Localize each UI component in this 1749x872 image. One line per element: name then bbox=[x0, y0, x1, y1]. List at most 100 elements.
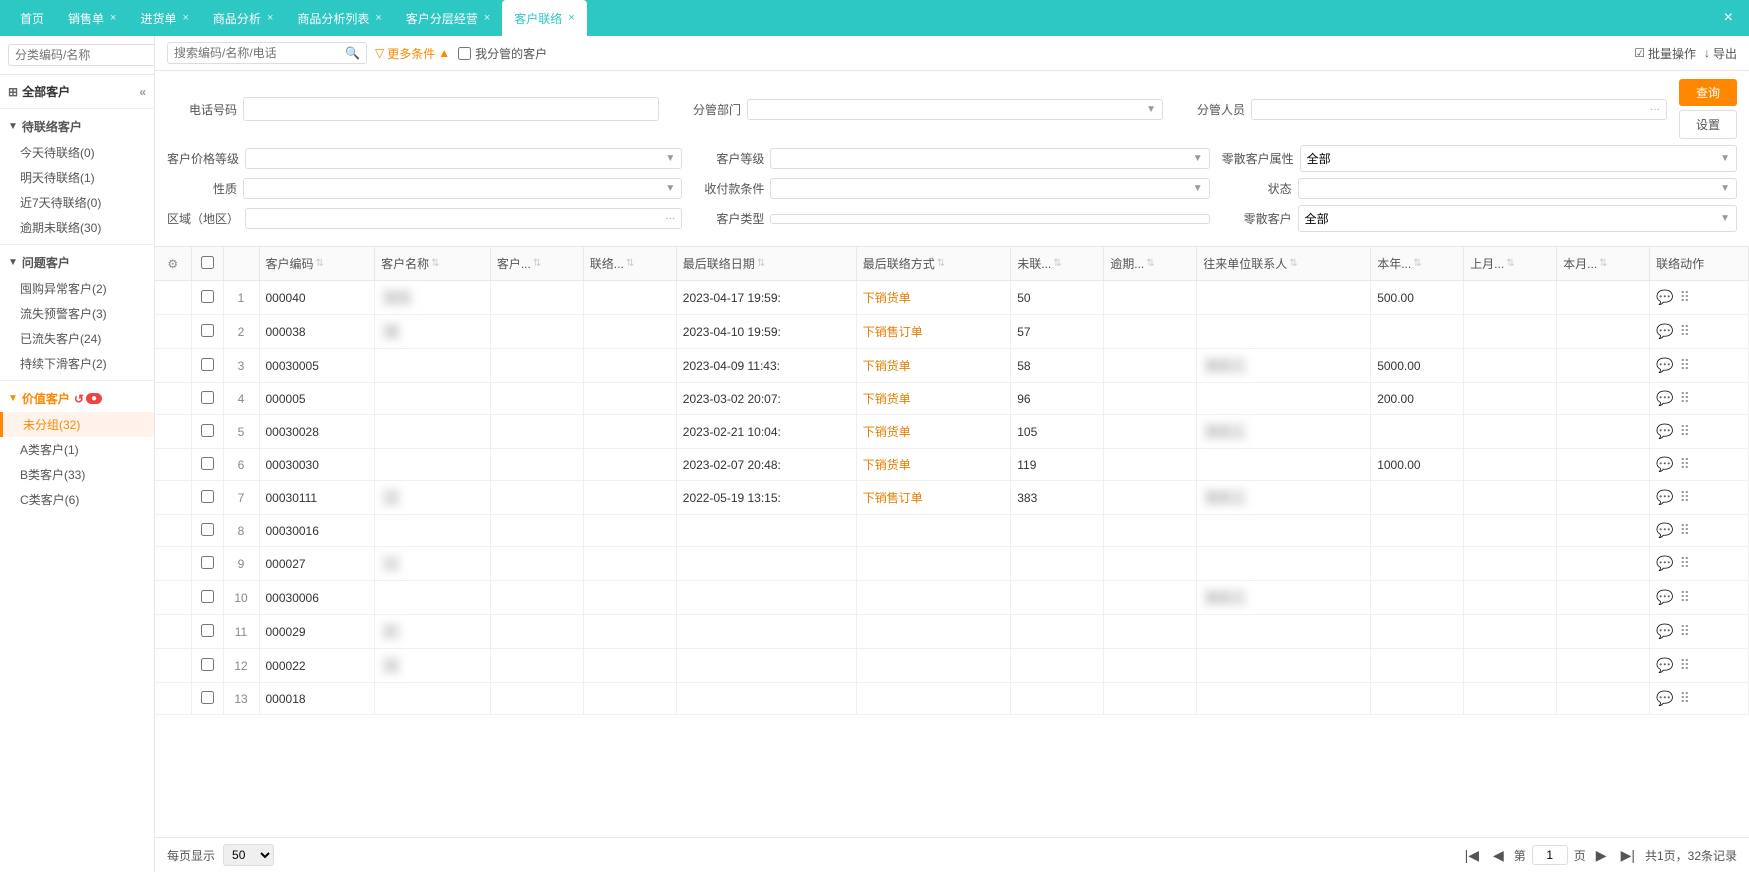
th-name[interactable]: 客户名称⇅ bbox=[375, 247, 491, 281]
more-icon-9[interactable]: ⠿ bbox=[1680, 589, 1690, 606]
cell-checkbox[interactable] bbox=[191, 547, 223, 581]
query-btn[interactable]: 查询 bbox=[1679, 79, 1737, 106]
last-method-link[interactable]: 下销货单 bbox=[863, 359, 911, 373]
cell-last-method[interactable] bbox=[856, 615, 1011, 649]
cell-last-method[interactable] bbox=[856, 515, 1011, 547]
row-checkbox-6[interactable] bbox=[201, 490, 214, 503]
sidebar-collapse-btn[interactable]: « bbox=[139, 85, 146, 99]
last-method-link[interactable]: 下销货单 bbox=[863, 392, 911, 406]
chat-icon-5[interactable]: 💬 bbox=[1656, 456, 1673, 473]
export-btn[interactable]: ↓ 导出 bbox=[1704, 45, 1737, 62]
select-all-checkbox[interactable] bbox=[201, 256, 214, 269]
cell-checkbox[interactable] bbox=[191, 649, 223, 683]
sidebar-item-abnormal[interactable]: 囤购异常客户(2) bbox=[0, 276, 154, 301]
cell-last-method[interactable]: 下销货单 bbox=[856, 281, 1011, 315]
cell-checkbox[interactable] bbox=[191, 449, 223, 481]
cell-last-method[interactable]: 下销货单 bbox=[856, 349, 1011, 383]
th-overdue[interactable]: 逾期...⇅ bbox=[1104, 247, 1197, 281]
last-method-link[interactable]: 下销货单 bbox=[863, 458, 911, 472]
nav-purchase-close[interactable]: × bbox=[182, 12, 188, 24]
batch-ops-btn[interactable]: ☑ 批量操作 bbox=[1634, 45, 1696, 62]
settings-icon[interactable]: ⚙ bbox=[167, 257, 178, 271]
last-method-link[interactable]: 下销售订单 bbox=[863, 325, 923, 339]
chat-icon-7[interactable]: 💬 bbox=[1656, 522, 1673, 539]
nav-product-list-close[interactable]: × bbox=[375, 12, 381, 24]
last-method-link[interactable]: 下销货单 bbox=[863, 291, 911, 305]
per-page-select[interactable]: 50 100 bbox=[223, 844, 274, 866]
row-checkbox-1[interactable] bbox=[201, 324, 214, 337]
th-this-month[interactable]: 本月...⇅ bbox=[1557, 247, 1650, 281]
chat-icon-10[interactable]: 💬 bbox=[1656, 623, 1673, 640]
nav-product-analysis[interactable]: 商品分析 × bbox=[201, 0, 285, 36]
sidebar-item-class-c[interactable]: C类客户(6) bbox=[0, 487, 154, 512]
cell-last-method[interactable]: 下销货单 bbox=[856, 415, 1011, 449]
cell-last-method[interactable] bbox=[856, 683, 1011, 715]
more-icon-6[interactable]: ⠿ bbox=[1680, 489, 1690, 506]
cell-checkbox[interactable] bbox=[191, 415, 223, 449]
payment-select[interactable]: ▼ bbox=[770, 178, 1209, 199]
row-checkbox-9[interactable] bbox=[201, 590, 214, 603]
sidebar-item-today[interactable]: 今天待联络(0) bbox=[0, 140, 154, 165]
sidebar-item-ungroup[interactable]: 未分组(32) bbox=[0, 412, 154, 437]
sidebar-all-customers[interactable]: ⊞ 全部客户 « bbox=[0, 75, 154, 104]
cell-checkbox[interactable] bbox=[191, 383, 223, 415]
chat-icon-9[interactable]: 💬 bbox=[1656, 589, 1673, 606]
nav-customer-segment[interactable]: 客户分层经营 × bbox=[394, 0, 502, 36]
refresh-icon[interactable]: ↺ bbox=[74, 392, 84, 406]
chat-icon-2[interactable]: 💬 bbox=[1656, 357, 1673, 374]
sidebar-item-tomorrow[interactable]: 明天待联络(1) bbox=[0, 165, 154, 190]
nav-product-analysis-close[interactable]: × bbox=[267, 12, 273, 24]
my-customers-checkbox[interactable] bbox=[458, 47, 471, 60]
chat-icon-0[interactable]: 💬 bbox=[1656, 289, 1673, 306]
last-method-link[interactable]: 下销货单 bbox=[863, 425, 911, 439]
gender-select[interactable]: ▼ bbox=[243, 178, 682, 199]
nav-sales-close[interactable]: × bbox=[110, 12, 116, 24]
toolbar-search-input[interactable] bbox=[174, 46, 345, 60]
my-customers-checkbox-label[interactable]: 我分管的客户 bbox=[458, 45, 547, 62]
last-method-link[interactable]: 下销售订单 bbox=[863, 491, 923, 505]
cell-checkbox[interactable] bbox=[191, 515, 223, 547]
th-contact[interactable]: 联络...⇅ bbox=[583, 247, 676, 281]
cell-last-method[interactable] bbox=[856, 547, 1011, 581]
nav-product-list[interactable]: 商品分析列表 × bbox=[285, 0, 393, 36]
row-checkbox-7[interactable] bbox=[201, 523, 214, 536]
th-last-month[interactable]: 上月...⇅ bbox=[1464, 247, 1557, 281]
sidebar-section-problem[interactable]: ▼ 问题客户 bbox=[0, 249, 154, 276]
th-no-contact[interactable]: 未联...⇅ bbox=[1011, 247, 1104, 281]
close-all-btn[interactable]: × bbox=[1716, 9, 1741, 27]
reset-btn[interactable]: 设置 bbox=[1679, 110, 1737, 139]
row-checkbox-10[interactable] bbox=[201, 624, 214, 637]
sidebar-item-churn-warning[interactable]: 流失预警客户(3) bbox=[0, 301, 154, 326]
nav-sales[interactable]: 销售单 × bbox=[56, 0, 128, 36]
region-select[interactable]: ··· bbox=[245, 208, 682, 229]
row-checkbox-4[interactable] bbox=[201, 424, 214, 437]
chat-icon-6[interactable]: 💬 bbox=[1656, 489, 1673, 506]
first-page-btn[interactable]: |◀ bbox=[1461, 847, 1483, 864]
cell-checkbox[interactable] bbox=[191, 281, 223, 315]
toolbar-search-icon[interactable]: 🔍 bbox=[345, 46, 360, 60]
sidebar-item-class-a[interactable]: A类客户(1) bbox=[0, 437, 154, 462]
chat-icon-4[interactable]: 💬 bbox=[1656, 423, 1673, 440]
customer-level-select[interactable]: ▼ bbox=[770, 148, 1209, 169]
nav-customer-contact[interactable]: 客户联络 × bbox=[502, 0, 586, 36]
row-checkbox-5[interactable] bbox=[201, 457, 214, 470]
row-checkbox-11[interactable] bbox=[201, 658, 214, 671]
chat-icon-1[interactable]: 💬 bbox=[1656, 323, 1673, 340]
status-select[interactable]: ▼ bbox=[1298, 178, 1737, 199]
nav-home[interactable]: 首页 bbox=[8, 0, 56, 36]
cell-last-method[interactable]: 下销售订单 bbox=[856, 315, 1011, 349]
sidebar-search-input[interactable] bbox=[8, 44, 155, 66]
more-icon-5[interactable]: ⠿ bbox=[1680, 456, 1690, 473]
row-checkbox-3[interactable] bbox=[201, 391, 214, 404]
cell-checkbox[interactable] bbox=[191, 481, 223, 515]
more-filters-btn[interactable]: ▽ 更多条件 ▲ bbox=[375, 45, 450, 62]
more-icon-1[interactable]: ⠿ bbox=[1680, 323, 1690, 340]
more-icon-2[interactable]: ⠿ bbox=[1680, 357, 1690, 374]
page-input[interactable] bbox=[1532, 845, 1568, 865]
cell-last-method[interactable]: 下销货单 bbox=[856, 449, 1011, 481]
retail-customer-select[interactable]: 全部 ▼ bbox=[1298, 205, 1737, 232]
customer-type-select[interactable] bbox=[770, 214, 1209, 224]
nav-customer-segment-close[interactable]: × bbox=[484, 12, 490, 24]
region-more[interactable]: ··· bbox=[665, 213, 675, 224]
more-icon-10[interactable]: ⠿ bbox=[1680, 623, 1690, 640]
